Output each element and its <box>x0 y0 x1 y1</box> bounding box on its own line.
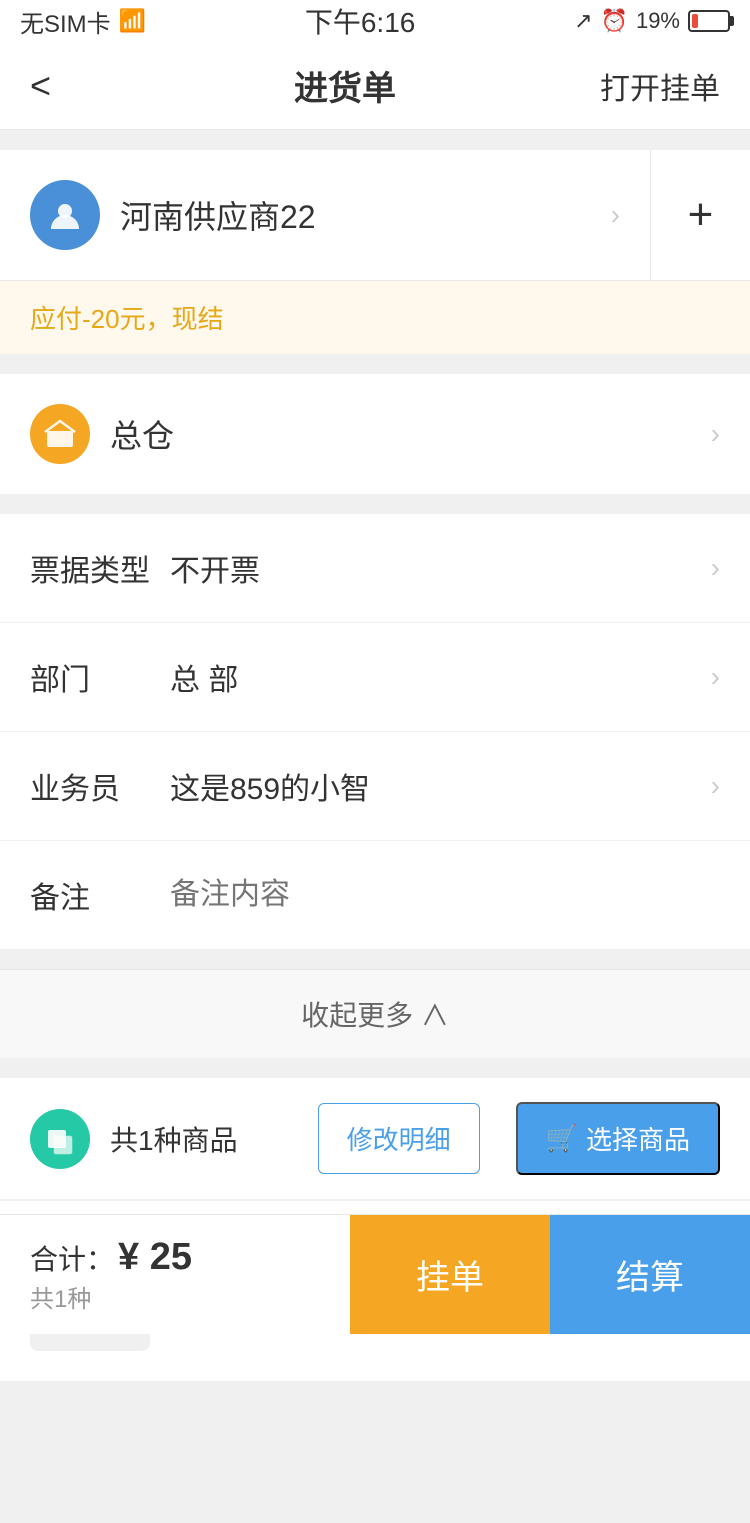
warehouse-name: 总仓 <box>110 411 691 457</box>
total-section: 合计： ¥ 25 共1种 <box>0 1215 350 1334</box>
notice-bar: 应付-20元，现结 <box>0 281 750 354</box>
page-title: 进货单 <box>294 61 396 110</box>
total-label: 合计： <box>30 1238 114 1278</box>
carrier-text: 无SIM卡 <box>20 4 111 39</box>
hang-order-button[interactable]: 挂单 <box>350 1215 550 1334</box>
select-product-button[interactable]: 🛒 选择商品 <box>516 1102 720 1175</box>
total-count: 共1种 <box>30 1279 320 1314</box>
cart-icon: 🛒 <box>546 1123 578 1154</box>
status-left: 无SIM卡 📶 <box>20 4 146 39</box>
bottom-spacer <box>0 1383 750 1523</box>
select-product-label: 选择商品 <box>586 1120 690 1157</box>
chevron-right-icon: › <box>611 199 620 231</box>
status-right: ↗ ⏰ 19% <box>574 8 730 34</box>
remark-row[interactable]: 备注 <box>0 841 750 949</box>
department-value: 总 部 <box>170 655 711 699</box>
salesperson-label: 业务员 <box>30 764 170 808</box>
supplier-section: 河南供应商22 › + <box>0 150 750 281</box>
department-row[interactable]: 部门 总 部 › <box>0 623 750 732</box>
salesperson-row[interactable]: 业务员 这是859的小智 › <box>0 732 750 841</box>
open-hang-button[interactable]: 打开挂单 <box>600 64 720 108</box>
battery-text: 19% <box>636 8 680 34</box>
status-bar: 无SIM卡 📶 下午6:16 ↗ ⏰ 19% <box>0 0 750 42</box>
salesperson-chevron-icon: › <box>711 770 720 802</box>
form-card: 票据类型 不开票 › 部门 总 部 › 业务员 这是859的小智 › 备注 <box>0 514 750 949</box>
collapse-button[interactable]: 收起更多 ∧ <box>0 969 750 1058</box>
warehouse-selector[interactable]: 总仓 › <box>0 374 750 494</box>
bottom-bar: 合计： ¥ 25 共1种 挂单 结算 <box>0 1214 750 1334</box>
salesperson-value: 这是859的小智 <box>170 764 711 808</box>
total-amount: ¥ 25 <box>118 1236 192 1279</box>
supplier-name: 河南供应商22 <box>120 192 591 238</box>
back-button[interactable]: < <box>30 65 90 107</box>
status-time: 下午6:16 <box>305 1 416 41</box>
modify-detail-button[interactable]: 修改明细 <box>318 1103 480 1174</box>
products-header: 共1种商品 修改明细 🛒 选择商品 <box>0 1078 750 1199</box>
invoice-chevron-icon: › <box>711 552 720 584</box>
remark-input[interactable] <box>170 878 720 912</box>
products-icon <box>30 1109 90 1169</box>
battery-fill <box>692 14 698 28</box>
warehouse-icon <box>30 404 90 464</box>
wifi-icon: 📶 <box>119 8 146 34</box>
remark-label: 备注 <box>30 873 170 917</box>
checkout-button[interactable]: 结算 <box>550 1215 750 1334</box>
department-label: 部门 <box>30 655 170 699</box>
invoice-row[interactable]: 票据类型 不开票 › <box>0 514 750 623</box>
nav-bar: < 进货单 打开挂单 <box>0 42 750 130</box>
supplier-selector[interactable]: 河南供应商22 › <box>0 150 650 280</box>
warehouse-chevron-icon: › <box>711 418 720 450</box>
invoice-value: 不开票 <box>170 546 711 590</box>
invoice-label: 票据类型 <box>30 546 170 590</box>
spacer-top <box>0 130 750 150</box>
location-icon: ↗ <box>574 8 592 34</box>
battery-icon <box>688 10 730 32</box>
department-chevron-icon: › <box>711 661 720 693</box>
product-count: 共1种商品 <box>110 1119 298 1159</box>
add-supplier-button[interactable]: + <box>650 150 750 280</box>
supplier-avatar <box>30 180 100 250</box>
alarm-icon: ⏰ <box>601 8 628 34</box>
